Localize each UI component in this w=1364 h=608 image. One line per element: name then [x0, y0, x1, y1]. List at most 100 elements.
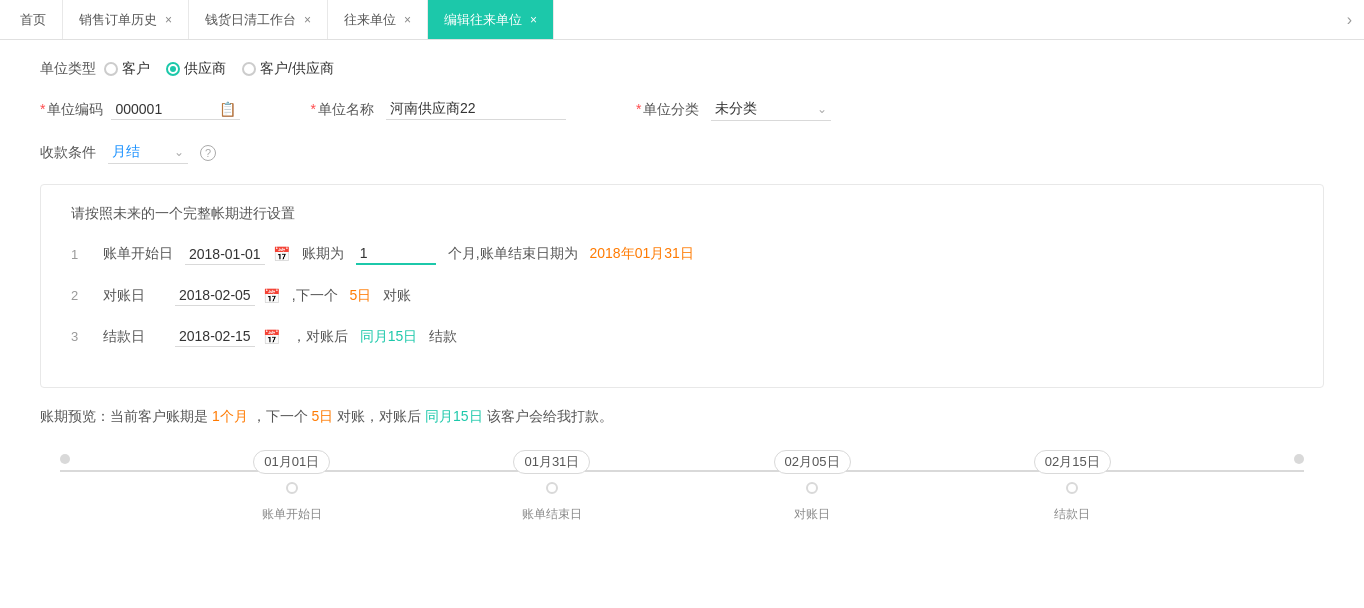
settings-row-2: 2 对账日 2018-02-05 📅 ,下一个 5日 对账 [71, 285, 1293, 306]
preview-section: 账期预览：当前客户账期是 1个月 ，下一个 5日 对账，对账后 同月15日 该客… [40, 408, 1324, 426]
payment-terms-row: 收款条件 月结 ⌄ ? [40, 141, 1324, 164]
unit-category-arrow: ⌄ [817, 102, 827, 116]
timeline-label-4: 结款日 [1054, 506, 1090, 523]
timeline: 01月01日 账单开始日 01月31日 账单结束日 02月05日 对账日 02月… [40, 450, 1324, 523]
payment-prefix: ，对账后 [292, 328, 348, 346]
unit-code-icon[interactable]: 📋 [219, 101, 236, 117]
period-end-date: 2018年01月31日 [590, 245, 694, 263]
period-suffix: 个月,账单结束日期为 [448, 245, 578, 263]
unit-category-select[interactable]: 未分类 ⌄ [711, 98, 831, 121]
tab-partner-units[interactable]: 往来单位 × [328, 0, 428, 39]
row-num-3: 3 [71, 329, 91, 344]
unit-code-label: *单位编码 [40, 101, 103, 119]
timeline-dot-1 [286, 482, 298, 494]
tab-scroll-right[interactable]: › [1335, 11, 1364, 29]
radio-supplier[interactable]: 供应商 [166, 60, 226, 78]
tab-edit-partner-label: 编辑往来单位 [444, 11, 522, 29]
tab-edit-partner-close[interactable]: × [530, 13, 537, 27]
radio-supplier-label: 供应商 [184, 60, 226, 78]
payment-terms-field: 收款条件 月结 ⌄ ? [40, 141, 216, 164]
unit-type-row: 单位类型 客户 供应商 客户/供应商 [40, 60, 1324, 78]
preview-period: 1个月 [212, 408, 248, 424]
settings-box: 请按照未来的一个完整帐期进行设置 1 账单开始日 2018-01-01 📅 账期… [40, 184, 1324, 388]
timeline-badge-4: 02月15日 [1034, 450, 1111, 474]
payment-date-input: 2018-02-15 📅 [175, 326, 280, 347]
radio-customer-circle [104, 62, 118, 76]
timeline-label-1: 账单开始日 [262, 506, 322, 523]
unit-code-input[interactable] [115, 101, 215, 117]
main-content: 单位类型 客户 供应商 客户/供应商 *单位编码 [0, 40, 1364, 608]
start-date-calendar[interactable]: 📅 [273, 246, 290, 262]
preview-day2: 同月15日 [425, 408, 483, 424]
unit-name-field: *单位名称 [310, 99, 565, 120]
timeline-badge-2: 01月31日 [513, 450, 590, 474]
timeline-label-3: 对账日 [794, 506, 830, 523]
unit-info-row: *单位编码 📋 *单位名称 *单位分类 未分类 ⌄ [40, 98, 1324, 121]
tab-cash-work-close[interactable]: × [304, 13, 311, 27]
timeline-point-1: 01月01日 账单开始日 [253, 450, 330, 523]
payment-date-value: 2018-02-15 [175, 326, 255, 347]
timeline-badge-1: 01月01日 [253, 450, 330, 474]
reconcile-date-calendar[interactable]: 📅 [263, 288, 280, 304]
radio-customer[interactable]: 客户 [104, 60, 150, 78]
tab-sales-history-label: 销售订单历史 [79, 11, 157, 29]
tab-bar: 首页 销售订单历史 × 钱货日清工作台 × 往来单位 × 编辑往来单位 × › [0, 0, 1364, 40]
preview-day1: 5日 [311, 408, 333, 424]
tab-sales-history[interactable]: 销售订单历史 × [63, 0, 189, 39]
radio-both-circle [242, 62, 256, 76]
payment-terms-label: 收款条件 [40, 144, 96, 162]
timeline-point-2: 01月31日 账单结束日 [513, 450, 590, 523]
reconcile-suffix: 对账 [383, 287, 411, 305]
tab-cash-work[interactable]: 钱货日清工作台 × [189, 0, 328, 39]
radio-both-label: 客户/供应商 [260, 60, 334, 78]
payment-terms-value: 月结 [112, 143, 166, 161]
timeline-badge-3: 02月05日 [774, 450, 851, 474]
unit-category-value: 未分类 [715, 100, 809, 118]
unit-name-input[interactable] [386, 99, 566, 120]
row-label-3: 结款日 [103, 328, 163, 346]
tab-sales-history-close[interactable]: × [165, 13, 172, 27]
unit-type-field: 单位类型 客户 供应商 客户/供应商 [40, 60, 334, 78]
payment-suffix: 结款 [429, 328, 457, 346]
preview-suffix: 该客户会给我打款。 [487, 408, 613, 424]
start-date-value: 2018-01-01 [185, 244, 265, 265]
unit-category-field: *单位分类 未分类 ⌄ [636, 98, 831, 121]
radio-both[interactable]: 客户/供应商 [242, 60, 334, 78]
start-date-input: 2018-01-01 📅 [185, 244, 290, 265]
row-label-1: 账单开始日 [103, 245, 173, 263]
payment-terms-arrow: ⌄ [174, 145, 184, 159]
row-label-2: 对账日 [103, 287, 163, 305]
row-num-1: 1 [71, 247, 91, 262]
radio-supplier-circle [166, 62, 180, 76]
reconcile-date-input: 2018-02-05 📅 [175, 285, 280, 306]
preview-prefix: 账期预览：当前客户账期是 [40, 408, 208, 424]
tab-home[interactable]: 首页 [0, 0, 63, 39]
payment-terms-select[interactable]: 月结 ⌄ [108, 141, 188, 164]
payment-date-calendar[interactable]: 📅 [263, 329, 280, 345]
unit-type-radio-group: 客户 供应商 客户/供应商 [104, 60, 334, 78]
tab-edit-partner[interactable]: 编辑往来单位 × [428, 0, 554, 39]
timeline-dot-2 [546, 482, 558, 494]
tab-partner-units-label: 往来单位 [344, 11, 396, 29]
preview-mid1: ，下一个 [252, 408, 308, 424]
settings-title: 请按照未来的一个完整帐期进行设置 [71, 205, 1293, 223]
timeline-point-3: 02月05日 对账日 [774, 450, 851, 523]
unit-type-label: 单位类型 [40, 60, 96, 78]
tab-partner-units-close[interactable]: × [404, 13, 411, 27]
settings-row-1: 1 账单开始日 2018-01-01 📅 账期为 个月,账单结束日期为 2018… [71, 243, 1293, 265]
timeline-label-2: 账单结束日 [522, 506, 582, 523]
timeline-dot-3 [806, 482, 818, 494]
timeline-dot-4 [1066, 482, 1078, 494]
unit-category-label: *单位分类 [636, 101, 699, 119]
period-input[interactable] [356, 243, 436, 265]
reconcile-date-value: 2018-02-05 [175, 285, 255, 306]
payment-highlight-day: 同月15日 [360, 328, 418, 346]
preview-mid2: 对账，对账后 [337, 408, 421, 424]
unit-name-label: *单位名称 [310, 101, 373, 119]
reconcile-highlight-day: 5日 [350, 287, 372, 305]
row-num-2: 2 [71, 288, 91, 303]
period-prefix: 账期为 [302, 245, 344, 263]
payment-terms-help[interactable]: ? [200, 145, 216, 161]
unit-code-input-wrapper: 📋 [111, 99, 240, 120]
timeline-point-4: 02月15日 结款日 [1034, 450, 1111, 523]
